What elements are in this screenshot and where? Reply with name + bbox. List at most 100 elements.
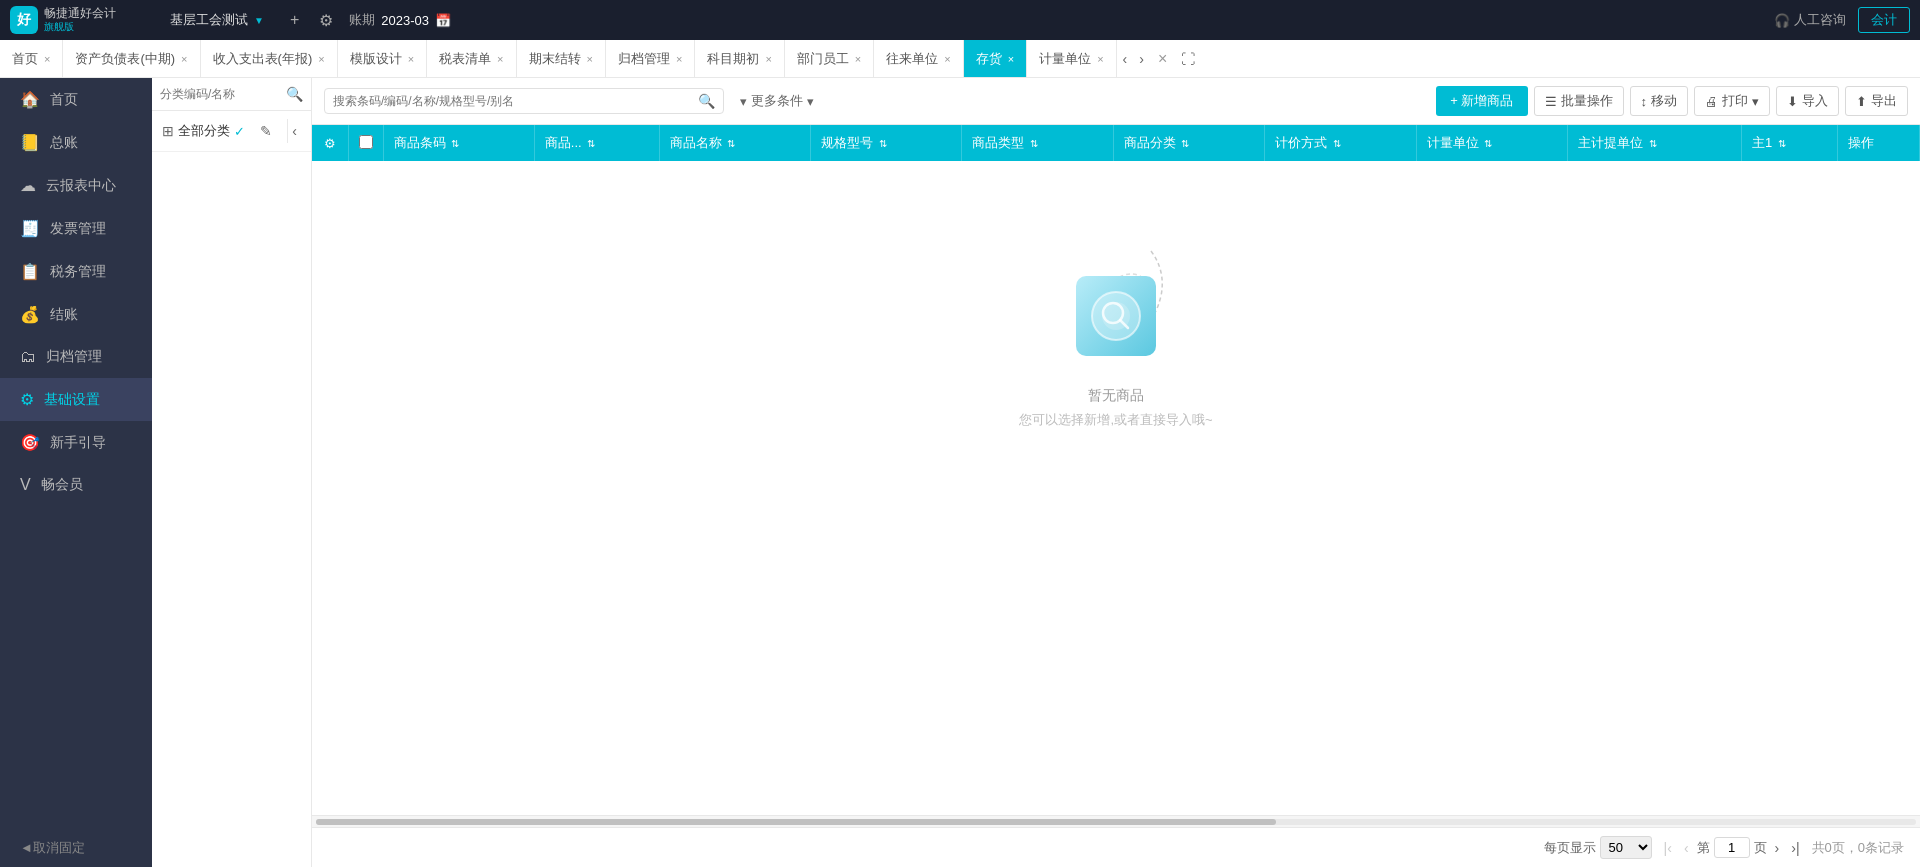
col-price-method-sort-icon: ⇅: [1333, 138, 1341, 149]
page-next-button[interactable]: ›: [1771, 838, 1784, 858]
tab-template[interactable]: 模版设计 ×: [338, 40, 427, 78]
print-button[interactable]: 🖨 打印 ▾: [1694, 86, 1770, 116]
tab-unit[interactable]: 计量单位 ×: [1027, 40, 1116, 78]
page-unit: 页: [1754, 839, 1767, 857]
col-checkbox[interactable]: [348, 125, 383, 161]
export-label: 导出: [1871, 92, 1897, 110]
tab-income[interactable]: 收入支出表(年报) ×: [201, 40, 338, 78]
headset-icon: 🎧: [1774, 13, 1790, 28]
tab-balance-close[interactable]: ×: [181, 53, 187, 65]
tab-income-close[interactable]: ×: [318, 53, 324, 65]
batch-button[interactable]: ☰ 批量操作: [1534, 86, 1624, 116]
sidebar-item-settle[interactable]: 💰 结账: [0, 293, 152, 336]
col-barcode[interactable]: 商品条码 ⇅: [383, 125, 534, 161]
search-icon[interactable]: 🔍: [698, 93, 715, 109]
tab-income-label: 收入支出表(年报): [213, 50, 313, 68]
product-table: ⚙ 商品条码 ⇅ 商品...: [312, 125, 1920, 161]
tab-subject[interactable]: 科目期初 ×: [695, 40, 784, 78]
tab-inventory[interactable]: 存货 ×: [964, 40, 1027, 78]
tab-contacts[interactable]: 往来单位 ×: [874, 40, 963, 78]
company-name: 基层工会测试: [170, 11, 248, 29]
tab-home-close[interactable]: ×: [44, 53, 50, 65]
company-selector[interactable]: 基层工会测试 ▼: [160, 11, 274, 29]
category-edit-button[interactable]: ✎: [258, 121, 274, 141]
empty-illustration: [1056, 241, 1176, 371]
tab-expand-button[interactable]: ⛶: [1175, 40, 1201, 78]
page-last-button[interactable]: ›|: [1787, 838, 1803, 858]
tab-dept-label: 部门员工: [797, 50, 849, 68]
sidebar-item-archive[interactable]: 🗂 归档管理: [0, 336, 152, 378]
category-actions: ✎: [258, 121, 274, 141]
pagination: 每页显示 50 20 100 200 |‹ ‹ 第 页: [312, 827, 1920, 867]
import-button[interactable]: ⬇ 导入: [1776, 86, 1839, 116]
tab-dept-close[interactable]: ×: [855, 53, 861, 65]
settings-button[interactable]: ⚙: [313, 9, 339, 32]
calendar-icon[interactable]: 📅: [435, 13, 451, 28]
page-prev-button[interactable]: ‹: [1680, 838, 1693, 858]
scrollbar-thumb[interactable]: [316, 819, 1276, 825]
add-tab-button[interactable]: +: [284, 9, 305, 31]
col-price-method[interactable]: 计价方式 ⇅: [1265, 125, 1416, 161]
all-categories-label[interactable]: 全部分类: [178, 122, 230, 140]
tab-tax[interactable]: 税表清单 ×: [427, 40, 516, 78]
col-code[interactable]: 商品... ⇅: [534, 125, 659, 161]
add-product-button[interactable]: + 新增商品: [1436, 86, 1527, 116]
sidebar-item-ledger[interactable]: 📒 总账: [0, 121, 152, 164]
filter-chevron-icon: ▾: [807, 94, 814, 109]
export-button[interactable]: ⬆ 导出: [1845, 86, 1908, 116]
per-page-dropdown[interactable]: 50 20 100 200: [1600, 836, 1652, 859]
col-spec[interactable]: 规格型号 ⇅: [811, 125, 962, 161]
move-button[interactable]: ↕ 移动: [1630, 86, 1689, 116]
col-code-label: 商品...: [545, 135, 582, 150]
sidebar-item-basic[interactable]: ⚙ 基础设置: [0, 378, 152, 421]
sidebar-item-home[interactable]: 🏠 首页: [0, 78, 152, 121]
tab-tax-close[interactable]: ×: [497, 53, 503, 65]
tab-inventory-close[interactable]: ×: [1008, 53, 1014, 65]
tab-prev-button[interactable]: ‹: [1117, 40, 1134, 78]
sidebar-item-reports[interactable]: ☁ 云报表中心: [0, 164, 152, 207]
select-all-checkbox[interactable]: [359, 135, 373, 149]
tab-period[interactable]: 期末结转 ×: [517, 40, 606, 78]
tab-close-all-button[interactable]: ×: [1150, 40, 1175, 78]
sidebar-item-invoice[interactable]: 🧾 发票管理: [0, 207, 152, 250]
tab-template-close[interactable]: ×: [408, 53, 414, 65]
category-search-icon[interactable]: 🔍: [286, 86, 303, 102]
col-type[interactable]: 商品类型 ⇅: [962, 125, 1113, 161]
sidebar-item-archive-label: 归档管理: [46, 348, 102, 366]
scrollbar-track[interactable]: [316, 819, 1916, 825]
tab-balance[interactable]: 资产负债表(中期) ×: [63, 40, 200, 78]
col-settings[interactable]: ⚙: [312, 125, 348, 161]
help-button[interactable]: 🎧 人工咨询: [1774, 11, 1846, 29]
tab-dept[interactable]: 部门员工 ×: [785, 40, 874, 78]
tab-archive[interactable]: 归档管理 ×: [606, 40, 695, 78]
sidebar-unpin-button[interactable]: ◄取消固定: [0, 829, 152, 867]
col-category[interactable]: 商品分类 ⇅: [1113, 125, 1264, 161]
col-extra[interactable]: 主1 ⇅: [1741, 125, 1837, 161]
tab-period-close[interactable]: ×: [587, 53, 593, 65]
sidebar-item-ledger-label: 总账: [50, 134, 78, 152]
tab-balance-label: 资产负债表(中期): [75, 50, 175, 68]
logo-icon: 好: [10, 6, 38, 34]
filter-button[interactable]: ▾ 更多条件 ▾: [732, 88, 822, 114]
tab-subject-close[interactable]: ×: [765, 53, 771, 65]
account-button[interactable]: 会计: [1858, 7, 1910, 33]
tab-archive-close[interactable]: ×: [676, 53, 682, 65]
tab-contacts-close[interactable]: ×: [944, 53, 950, 65]
category-collapse-button[interactable]: ‹: [287, 119, 301, 143]
sidebar-item-tax[interactable]: 📋 税务管理: [0, 250, 152, 293]
col-main-unit[interactable]: 主计提单位 ⇅: [1567, 125, 1741, 161]
logo-text-block: 畅捷通好会计 旗舰版: [44, 6, 116, 34]
page-input[interactable]: [1714, 837, 1750, 858]
page-first-button[interactable]: |‹: [1660, 838, 1676, 858]
product-search-input[interactable]: [333, 94, 694, 108]
header-actions: + ⚙: [284, 9, 339, 32]
col-unit[interactable]: 计量单位 ⇅: [1416, 125, 1567, 161]
col-name[interactable]: 商品名称 ⇅: [659, 125, 810, 161]
tab-unit-close[interactable]: ×: [1097, 53, 1103, 65]
settings-gear-icon[interactable]: ⚙: [324, 136, 336, 151]
tab-next-button[interactable]: ›: [1133, 40, 1150, 78]
category-search-input[interactable]: [160, 87, 282, 101]
sidebar-item-member[interactable]: V 畅会员: [0, 464, 152, 506]
tab-home[interactable]: 首页 ×: [0, 40, 63, 78]
sidebar-item-guide[interactable]: 🎯 新手引导: [0, 421, 152, 464]
